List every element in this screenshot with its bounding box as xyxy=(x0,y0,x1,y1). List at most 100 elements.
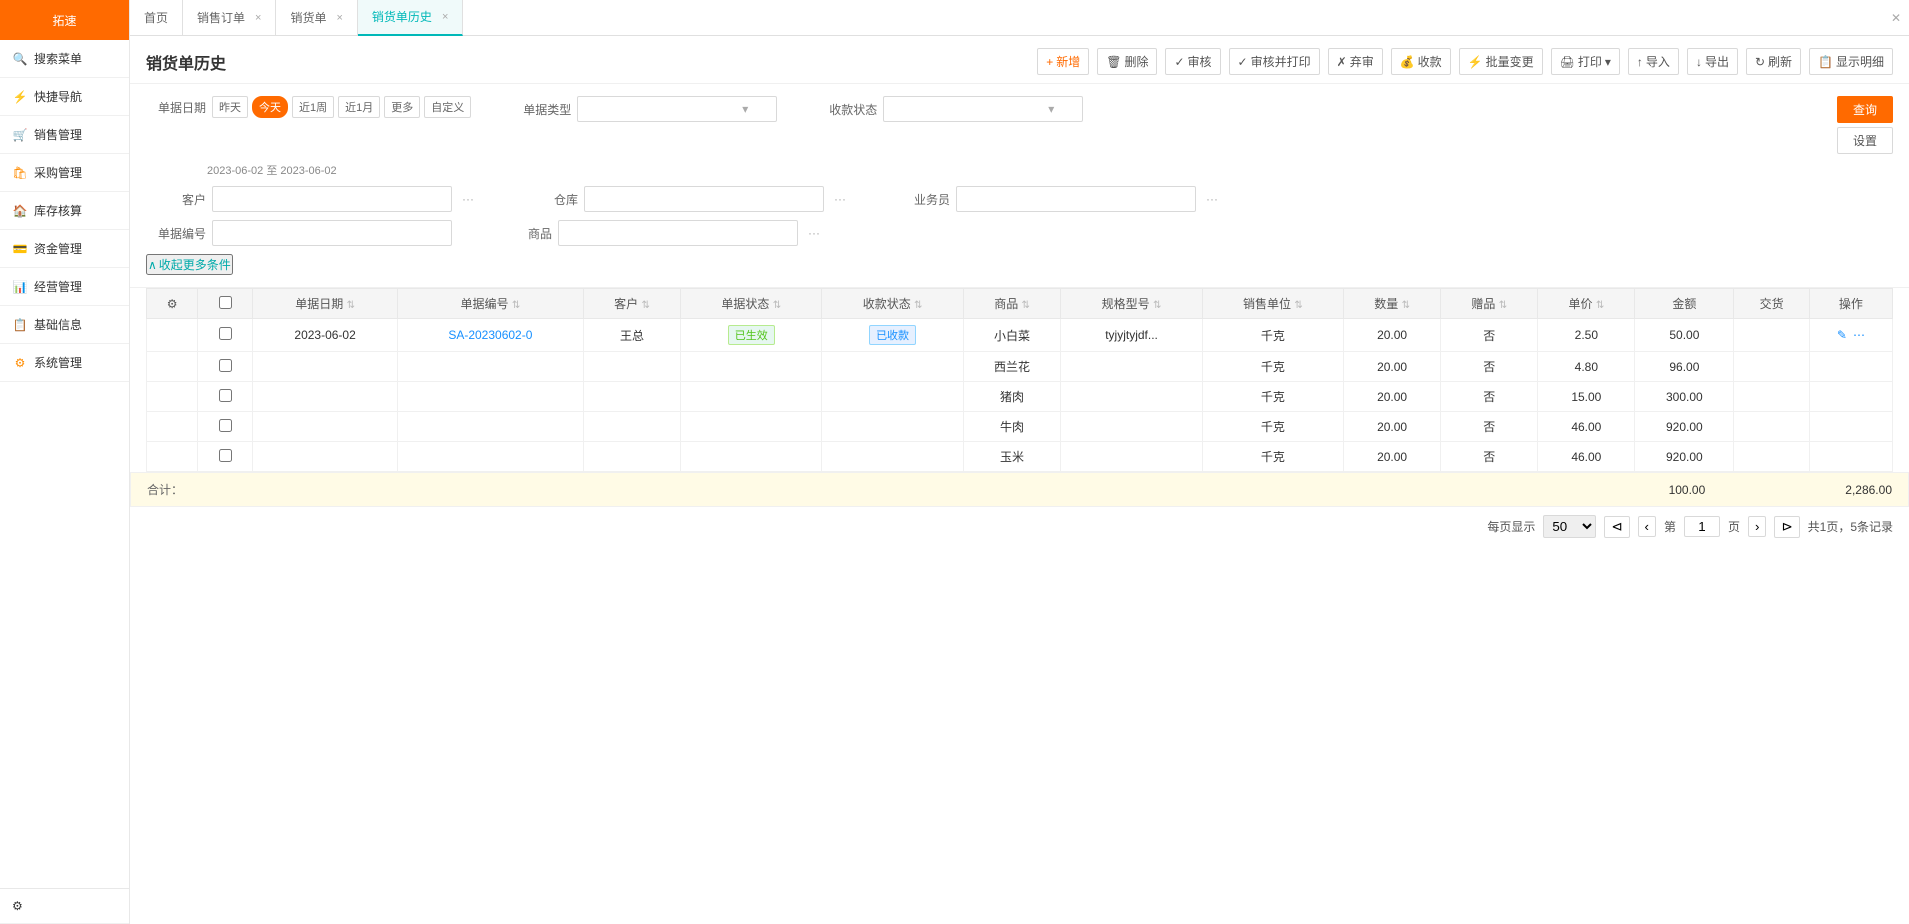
row-checkbox-cell[interactable] xyxy=(198,352,253,382)
row-checkbox[interactable] xyxy=(219,389,232,402)
warehouse-ellipsis[interactable]: ··· xyxy=(830,192,850,206)
doc-no-link[interactable]: SA-20230602-0 xyxy=(448,328,532,342)
col-checkbox[interactable] xyxy=(198,289,253,319)
sidebar-item-basic-info[interactable]: 📋 基础信息 xyxy=(0,306,129,344)
col-gift[interactable]: 赠品 ⇅ xyxy=(1441,289,1538,319)
salesperson-input[interactable] xyxy=(956,186,1196,212)
col-doc-no[interactable]: 单据编号 ⇅ xyxy=(397,289,583,319)
btn-audit[interactable]: ✓ 审核 xyxy=(1165,48,1220,75)
date-btn-last7[interactable]: 近1周 xyxy=(292,96,334,118)
select-all-checkbox[interactable] xyxy=(219,296,232,309)
customer-ellipsis[interactable]: ··· xyxy=(458,192,478,206)
row-checkbox-cell[interactable] xyxy=(198,442,253,472)
col-customer[interactable]: 客户 ⇅ xyxy=(583,289,680,319)
per-page-select[interactable]: 50 100 200 xyxy=(1543,515,1596,538)
col-sales-unit[interactable]: 销售单位 ⇅ xyxy=(1202,289,1343,319)
sidebar-item-search-menu[interactable]: 🔍 搜索菜单 xyxy=(0,40,129,78)
sidebar-settings-btn[interactable]: ⚙ xyxy=(0,889,129,924)
sidebar-item-quick-nav[interactable]: ⚡ 快捷导航 xyxy=(0,78,129,116)
btn-refresh[interactable]: ↻ 刷新 xyxy=(1746,48,1801,75)
prev-page-btn[interactable]: ‹ xyxy=(1638,516,1656,537)
col-qty[interactable]: 数量 ⇅ xyxy=(1344,289,1441,319)
btn-batch-change[interactable]: ⚡ 批量变更 xyxy=(1459,48,1543,75)
customer-input[interactable] xyxy=(212,186,452,212)
btn-audit-print[interactable]: ✓ 审核并打印 xyxy=(1229,48,1320,75)
tab-sales-history-close[interactable]: × xyxy=(442,11,448,23)
sidebar-item-purchase-mgmt[interactable]: 🛍 采购管理 xyxy=(0,154,129,192)
col-doc-date[interactable]: 单据日期 ⇅ xyxy=(253,289,397,319)
flash-icon: ⚡ xyxy=(12,89,28,105)
tab-sales-goods-close[interactable]: × xyxy=(336,12,342,24)
collapse-up-icon: ∧ xyxy=(148,258,157,272)
col-amount[interactable]: 金额 xyxy=(1635,289,1734,319)
date-btn-more[interactable]: 更多 xyxy=(384,96,420,118)
btn-discard[interactable]: ✗ 弃审 xyxy=(1328,48,1383,75)
last-page-btn[interactable]: ⊳ xyxy=(1774,516,1799,538)
row-transaction xyxy=(1734,319,1810,352)
doc-type-select-container[interactable]: ▾ xyxy=(577,96,777,122)
doc-no-input[interactable] xyxy=(212,220,452,246)
collect-status-select-container[interactable]: ▾ xyxy=(883,96,1083,122)
row-checkbox[interactable] xyxy=(219,449,232,462)
sidebar-item-sys-mgmt[interactable]: ⚙ 系统管理 xyxy=(0,344,129,382)
col-goods[interactable]: 商品 ⇅ xyxy=(963,289,1061,319)
next-page-btn[interactable]: › xyxy=(1748,516,1766,537)
goods-input[interactable] xyxy=(558,220,798,246)
collect-status-input[interactable] xyxy=(888,98,1048,120)
col-gear[interactable]: ⚙ xyxy=(147,289,198,319)
col-transaction[interactable]: 交货 xyxy=(1734,289,1810,319)
row-checkbox[interactable] xyxy=(219,359,232,372)
date-btn-last1month[interactable]: 近1月 xyxy=(338,96,380,118)
tab-sales-goods[interactable]: 销货单 × xyxy=(276,0,357,36)
col-spec[interactable]: 规格型号 ⇅ xyxy=(1061,289,1202,319)
row-checkbox[interactable] xyxy=(219,419,232,432)
first-page-btn[interactable]: ⊲ xyxy=(1604,516,1629,538)
tab-home[interactable]: 首页 xyxy=(130,0,183,36)
row-actions: ✎ ⋯ xyxy=(1809,319,1892,352)
sidebar-item-ops-mgmt[interactable]: 📊 经营管理 xyxy=(0,268,129,306)
print-icon: 🖨 xyxy=(1560,55,1575,69)
goods-ellipsis[interactable]: ··· xyxy=(804,226,824,240)
current-page-input[interactable] xyxy=(1684,516,1720,537)
row-sales-unit: 千克 xyxy=(1202,442,1343,472)
form-item-doc-date: 单据日期 昨天 今天 近1周 近1月 更多 自定义 xyxy=(146,96,471,118)
date-btn-custom[interactable]: 自定义 xyxy=(424,96,471,118)
row-checkbox-cell[interactable] xyxy=(198,319,253,352)
tab-bar-close-all[interactable]: ✕ xyxy=(1891,11,1909,25)
row-doc-no xyxy=(397,412,583,442)
salesperson-ellipsis[interactable]: ··· xyxy=(1202,192,1222,206)
col-doc-status[interactable]: 单据状态 ⇅ xyxy=(681,289,822,319)
set-button[interactable]: 设置 xyxy=(1837,127,1893,154)
row-gear-cell xyxy=(147,319,198,352)
row-checkbox-cell[interactable] xyxy=(198,412,253,442)
btn-collect[interactable]: 💰 收款 xyxy=(1391,48,1451,75)
col-unit-price[interactable]: 单价 ⇅ xyxy=(1538,289,1635,319)
btn-show-detail[interactable]: 📋 显示明细 xyxy=(1809,48,1893,75)
btn-add[interactable]: + 新增 xyxy=(1037,48,1089,75)
date-btn-today[interactable]: 今天 xyxy=(252,96,288,118)
sort-doc-no: ⇅ xyxy=(512,300,520,311)
row-checkbox-cell[interactable] xyxy=(198,382,253,412)
more-btn[interactable]: ⋯ xyxy=(1853,328,1865,342)
sidebar-item-sales-mgmt[interactable]: 🛒 销售管理 xyxy=(0,116,129,154)
tab-sales-order-close[interactable]: × xyxy=(255,12,261,24)
row-customer xyxy=(583,382,680,412)
row-gift: 否 xyxy=(1441,382,1538,412)
btn-import[interactable]: ↑ 导入 xyxy=(1628,48,1679,75)
sidebar-item-stock-calc[interactable]: 🏠 库存核算 xyxy=(0,192,129,230)
doc-type-input[interactable] xyxy=(582,98,742,120)
sidebar-item-fund-mgmt[interactable]: 💳 资金管理 xyxy=(0,230,129,268)
warehouse-input[interactable] xyxy=(584,186,824,212)
btn-export[interactable]: ↓ 导出 xyxy=(1687,48,1738,75)
query-button[interactable]: 查询 xyxy=(1837,96,1893,123)
col-collect-status[interactable]: 收款状态 ⇅ xyxy=(822,289,963,319)
collapse-button[interactable]: ∧ 收起更多条件 xyxy=(146,254,233,275)
btn-print[interactable]: 🖨 打印 ▾ xyxy=(1551,48,1620,75)
tab-sales-order[interactable]: 销售订单 × xyxy=(183,0,276,36)
edit-btn[interactable]: ✎ xyxy=(1837,328,1847,342)
form-item-collect-status: 收款状态 ▾ xyxy=(817,96,1083,122)
date-btn-yesterday[interactable]: 昨天 xyxy=(212,96,248,118)
tab-sales-history[interactable]: 销货单历史 × xyxy=(358,0,463,36)
row-checkbox[interactable] xyxy=(219,327,232,340)
btn-delete[interactable]: 🗑 删除 xyxy=(1097,48,1157,75)
